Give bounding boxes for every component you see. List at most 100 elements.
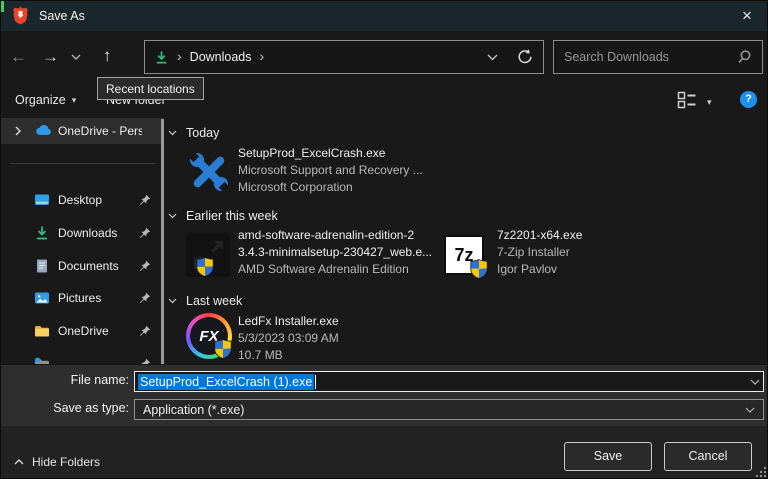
group-label: Earlier this week	[186, 209, 278, 223]
navigation-pane: OneDrive - Personal Desktop Downloads	[1, 113, 164, 364]
file-detail: 10.7 MB	[238, 347, 339, 364]
search-icon[interactable]	[736, 49, 752, 65]
downloads-location-icon	[154, 50, 169, 65]
group-chevron-icon	[168, 130, 177, 136]
onedrive-cloud-icon	[34, 123, 52, 136]
address-dropdown-chevron-icon[interactable]	[487, 54, 498, 61]
window-title: Save As	[39, 9, 85, 23]
sidebar-item-onedrive-personal[interactable]: OneDrive - Personal	[1, 118, 164, 144]
sidebar-item-label: OneDrive	[58, 324, 142, 338]
file-item-7zip[interactable]: 7z2201-x64.exe 7-Zip Installer Igor Pavl…	[497, 227, 582, 278]
group-chevron-icon	[168, 298, 177, 304]
sidebar-item-label: Pictures	[58, 291, 142, 305]
save-as-type-label: Save as type:	[1, 401, 129, 415]
sidebar-item-documents[interactable]: Documents	[1, 253, 164, 279]
sidebar-item-label: OneDrive - Personal	[58, 124, 142, 138]
group-label: Today	[186, 126, 219, 140]
folder-icon	[34, 356, 50, 364]
uac-shield-icon	[214, 339, 232, 359]
group-header-last-week[interactable]: Last week	[168, 294, 242, 308]
dialog-footer: Hide Folders Save Cancel	[1, 426, 768, 479]
file-name-panel: File name: SetupProd_ExcelCrash (1).exe …	[1, 364, 768, 426]
organize-label: Organize	[15, 93, 66, 107]
pin-icon[interactable]	[139, 227, 151, 239]
save-button[interactable]: Save	[564, 442, 652, 471]
search-input[interactable]	[564, 50, 736, 64]
back-button[interactable]: ←	[10, 48, 27, 65]
uac-shield-icon	[196, 257, 214, 277]
file-name: 7z2201-x64.exe	[497, 227, 582, 244]
pin-icon[interactable]	[139, 194, 151, 206]
refresh-icon[interactable]	[516, 48, 534, 66]
save-as-type-select[interactable]: Application (*.exe)	[134, 399, 764, 420]
file-name-label: File name:	[1, 373, 129, 387]
chevron-up-icon	[14, 459, 24, 465]
brave-shield-icon	[12, 6, 29, 25]
breadcrumb-downloads[interactable]: Downloads	[190, 50, 252, 64]
save-as-type-chevron-icon[interactable]	[745, 407, 755, 413]
save-as-type-value: Application (*.exe)	[143, 403, 244, 417]
pictures-icon	[34, 290, 50, 306]
desktop-icon	[34, 192, 50, 208]
sidebar-item-label: Desktop	[58, 193, 142, 207]
sidebar-divider	[10, 163, 155, 164]
7zip-icon: 7z	[444, 235, 484, 275]
organize-caret-icon: ▾	[72, 95, 77, 106]
file-detail: 7-Zip Installer	[497, 244, 582, 261]
file-item-ledfx[interactable]: LedFx Installer.exe 5/3/2023 03:09 AM 10…	[238, 313, 339, 364]
view-mode-icon[interactable]	[677, 91, 697, 109]
documents-icon	[34, 258, 50, 274]
cancel-button[interactable]: Cancel	[664, 442, 752, 471]
sidebar-item-downloads[interactable]: Downloads	[1, 220, 164, 246]
folder-icon	[34, 323, 50, 339]
page-edge-sliver	[1, 1, 4, 12]
breadcrumb-separator-icon[interactable]: ›	[260, 49, 265, 63]
file-detail: Igor Pavlov	[497, 261, 582, 278]
support-recovery-icon	[186, 149, 232, 195]
ledfx-icon: FX	[186, 313, 232, 359]
pin-icon[interactable]	[139, 292, 151, 304]
file-name-dropdown-chevron-icon[interactable]	[750, 379, 760, 385]
search-box[interactable]	[553, 40, 763, 74]
help-button[interactable]: ?	[740, 91, 757, 108]
file-detail: 5/3/2023 03:09 AM	[238, 330, 339, 347]
file-item-amd[interactable]: amd-software-adrenalin-edition-2 3.4.3-m…	[238, 227, 432, 278]
pin-icon[interactable]	[139, 325, 151, 337]
view-mode-caret-icon[interactable]: ▾	[707, 97, 712, 108]
sidebar-item-label: Downloads	[58, 226, 142, 240]
sidebar-item-pictures[interactable]: Pictures	[1, 285, 164, 311]
sidebar-item-label: Documents	[58, 259, 142, 273]
breadcrumb-separator-icon: ›	[177, 49, 182, 63]
resize-grip[interactable]	[754, 465, 767, 478]
file-item-setupprod[interactable]: SetupProd_ExcelCrash.exe Microsoft Suppo…	[238, 145, 423, 196]
group-chevron-icon	[168, 213, 177, 219]
close-button[interactable]: ×	[733, 4, 761, 28]
group-header-today[interactable]: Today	[168, 126, 219, 140]
file-detail: AMD Software Adrenalin Edition	[238, 261, 432, 278]
downloads-icon	[34, 225, 50, 241]
hide-folders-button[interactable]: Hide Folders	[14, 455, 100, 469]
file-name-input[interactable]: SetupProd_ExcelCrash (1).exe	[134, 371, 764, 392]
forward-button[interactable]: →	[42, 48, 59, 65]
sidebar-item-onedrive-folder[interactable]: OneDrive	[1, 318, 164, 344]
file-name: LedFx Installer.exe	[238, 313, 339, 330]
organize-button[interactable]: Organize ▾	[15, 93, 76, 107]
hide-folders-label: Hide Folders	[32, 455, 100, 469]
sidebar-item-partial[interactable]	[1, 351, 164, 364]
file-name: 3.4.3-minimalsetup-230427_web.e...	[238, 244, 432, 261]
file-name: amd-software-adrenalin-edition-2	[238, 227, 432, 244]
sidebar-item-desktop[interactable]: Desktop	[1, 187, 164, 213]
group-label: Last week	[186, 294, 242, 308]
pin-icon[interactable]	[139, 260, 151, 272]
uac-shield-icon	[470, 259, 488, 279]
address-bar[interactable]: › Downloads ›	[144, 40, 544, 74]
title-bar: Save As ×	[1, 1, 768, 31]
expand-chevron-icon[interactable]	[15, 126, 21, 136]
group-header-earlier-this-week[interactable]: Earlier this week	[168, 209, 278, 223]
file-detail: Microsoft Support and Recovery ...	[238, 162, 423, 179]
recent-locations-chevron-icon[interactable]	[71, 54, 81, 60]
file-name: SetupProd_ExcelCrash.exe	[238, 145, 423, 162]
save-as-dialog: Save As × ← → ↑ › Downloads ›	[0, 0, 768, 479]
up-button[interactable]: ↑	[103, 47, 112, 64]
recent-locations-tooltip: Recent locations	[97, 77, 204, 100]
